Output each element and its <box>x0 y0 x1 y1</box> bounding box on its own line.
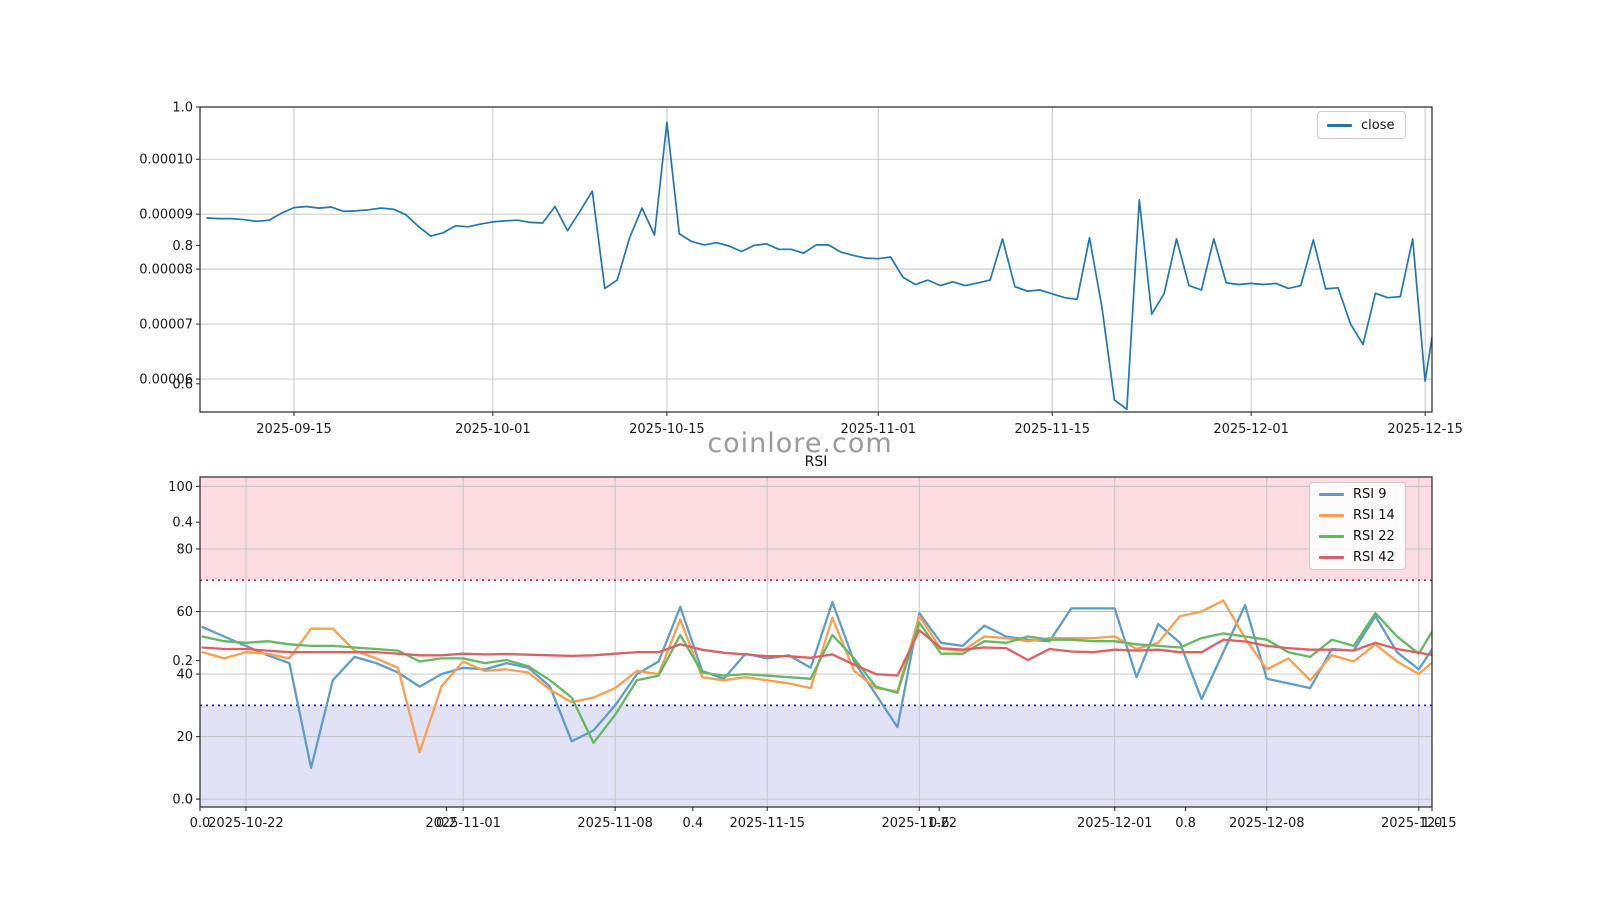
y-tick-label: 60 <box>176 605 193 620</box>
watermark: coinlore.com <box>707 428 893 459</box>
overlay-y-tick-label: 1.0 <box>172 101 193 116</box>
legend-label-rsi22: RSI 22 <box>1353 529 1395 544</box>
y-tick-label: 80 <box>176 542 193 557</box>
legend-rsi: RSI 9 RSI 14 RSI 22 RSI 42 <box>1309 482 1406 570</box>
overlay-x-tick-label: 0.4 <box>682 816 703 831</box>
legend-label-close: close <box>1361 117 1395 133</box>
y-tick-label: 0.00009 <box>139 208 193 223</box>
overlay-y-tick-label: 0.6 <box>172 377 193 392</box>
overlay-y-tick-label: 0.2 <box>172 654 193 669</box>
y-tick-label: 20 <box>176 730 193 745</box>
overbought-band <box>200 477 1432 581</box>
y-tick-label: 0.00010 <box>139 153 193 168</box>
overlay-x-tick-label: 0.6 <box>929 816 950 831</box>
overlay-x-tick-label: 0.0 <box>190 816 211 831</box>
x-tick-label: 2025-12-15 <box>1387 422 1463 437</box>
legend-label-rsi9: RSI 9 <box>1353 487 1387 502</box>
overlay-y-tick-label: 0.4 <box>172 516 193 531</box>
legend-row-rsi22: RSI 22 <box>1319 529 1396 544</box>
x-tick-label: 2025-10-15 <box>629 422 705 437</box>
rsi9-line-swatch <box>1319 493 1344 496</box>
y-tick-label: 40 <box>176 668 193 683</box>
x-tick-label: 2025-12-01 <box>1213 422 1289 437</box>
x-tick-label: 2025-12-15 <box>1381 816 1457 831</box>
legend-label-rsi14: RSI 14 <box>1353 508 1395 523</box>
overlay-x-tick-label: 1.0 <box>1422 816 1443 831</box>
series-line-close <box>206 121 1432 411</box>
x-tick-label: 2025-11-08 <box>577 816 653 831</box>
legend-row-rsi14: RSI 14 <box>1319 508 1396 523</box>
axes-spine <box>199 106 1433 413</box>
rsi-chart-title: RSI <box>804 454 828 470</box>
legend-row-close: close <box>1327 118 1396 133</box>
rsi42-line-swatch <box>1319 556 1344 559</box>
x-tick-label: 2025-10-01 <box>455 422 531 437</box>
legend-close: close <box>1317 111 1406 139</box>
y-tick-label: 0.00008 <box>139 263 193 278</box>
overlay-y-tick-label: 0.8 <box>172 239 193 254</box>
oversold-band <box>200 705 1432 807</box>
y-tick-label: 0.00007 <box>139 318 193 333</box>
x-tick-label: 2025-12-08 <box>1229 816 1305 831</box>
rsi14-line-swatch <box>1319 514 1344 517</box>
x-tick-label: 2025-09-15 <box>256 422 332 437</box>
legend-row-rsi42: RSI 42 <box>1319 550 1396 565</box>
rsi22-line-swatch <box>1319 535 1344 538</box>
legend-row-rsi9: RSI 9 <box>1319 487 1396 502</box>
overlay-y-tick-label: 0.0 <box>172 793 193 808</box>
x-tick-label: 2025-12-01 <box>1077 816 1153 831</box>
legend-label-rsi42: RSI 42 <box>1353 550 1395 565</box>
overlay-x-tick-label: 0.2 <box>436 816 457 831</box>
x-tick-label: 2025-10-22 <box>208 816 284 831</box>
x-tick-label: 2025-11-15 <box>729 816 805 831</box>
y-tick-label: 100 <box>168 480 193 495</box>
x-tick-label: 2025-11-15 <box>1014 422 1090 437</box>
figure: 0.00010 0.00009 0.00008 0.00007 0.00006 2025-… <box>0 0 1600 900</box>
overlay-x-tick-label: 0.8 <box>1175 816 1196 831</box>
close-line-swatch <box>1327 123 1352 127</box>
